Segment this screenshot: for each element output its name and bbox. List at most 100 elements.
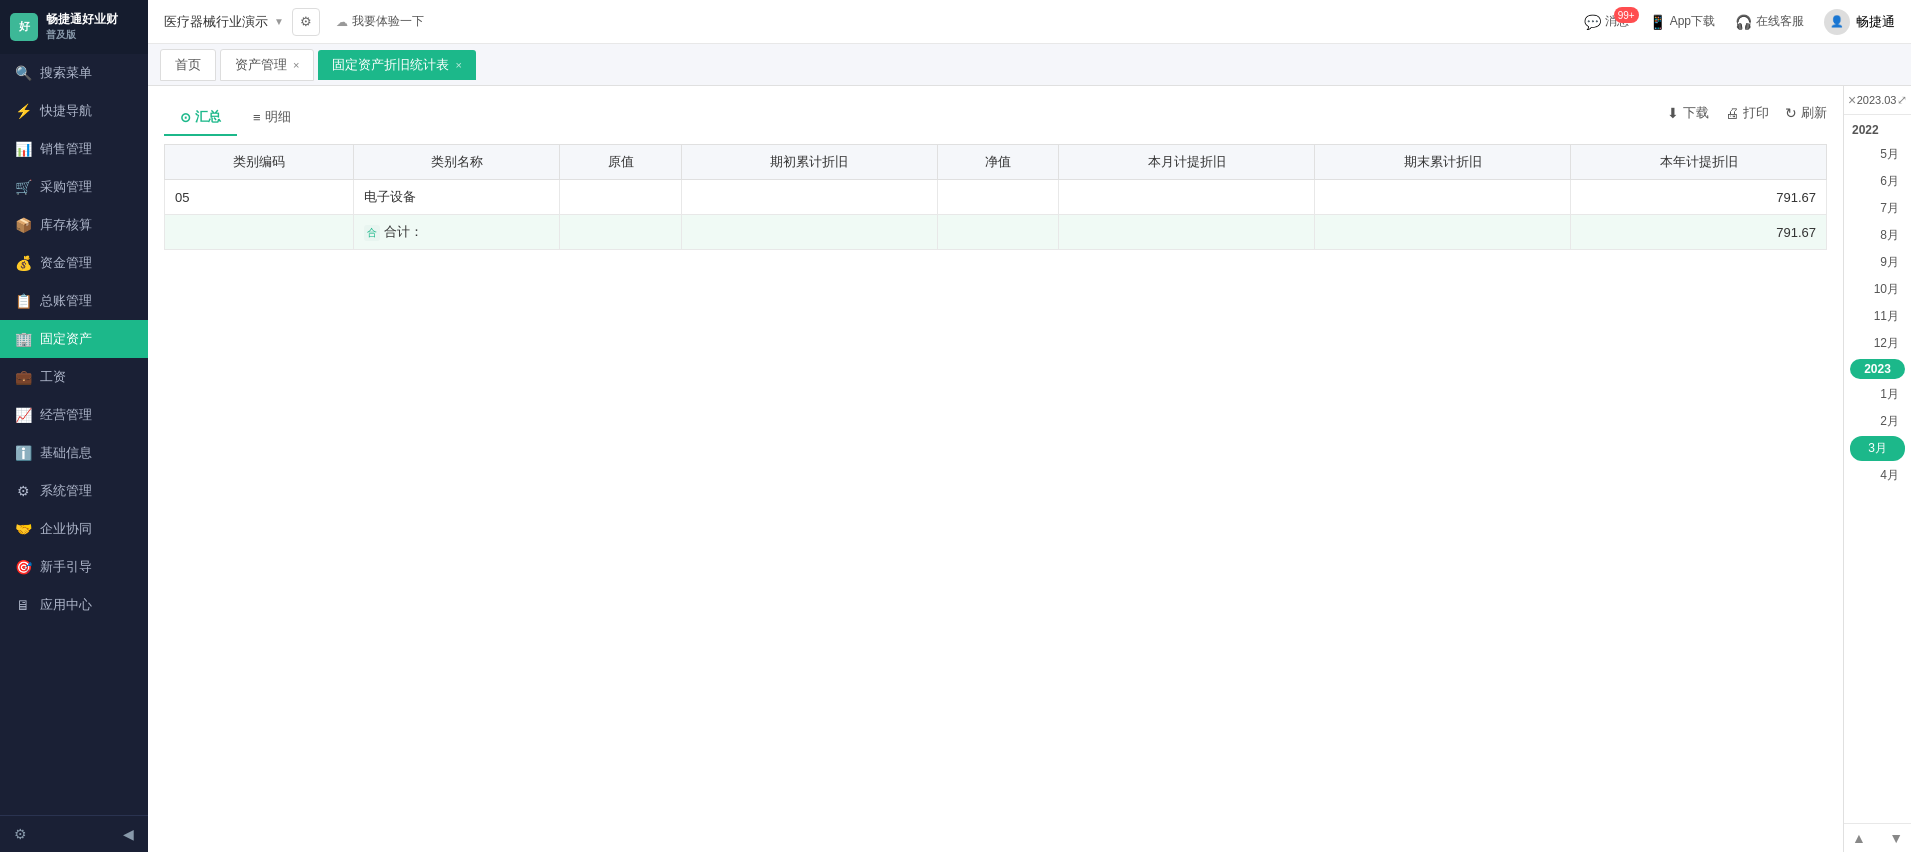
online-service-label: 在线客服 [1756,13,1804,30]
topbar: 医疗器械行业演示 ▼ ⚙ ☁ 我要体验一下 💬 消息 99+ 📱 App下载 🎧… [148,0,1911,44]
app-edition: 普及版 [46,28,118,42]
tab-depreciation-close[interactable]: × [455,59,461,71]
trial-icon: ☁ [336,15,348,29]
settings-button[interactable]: ⚙ [292,8,320,36]
sidebar-label-3: 采购管理 [40,178,92,196]
total-label-cell: 合合计： [353,215,560,250]
col-header-code: 类别编码 [165,145,354,180]
date-panel-body: 20225月6月7月8月9月10月11月12月20231月2月3月4月 [1844,115,1911,823]
sidebar-label-0: 搜索菜单 [40,64,92,82]
table-total-row: 合合计： 791.67 [165,215,1827,250]
sidebar-icon-12: 🤝 [14,520,32,538]
date-panel-year: 2023.03 [1857,94,1897,106]
month-2022-6月[interactable]: 6月 [1844,168,1911,195]
summary-label: 汇总 [195,108,221,126]
sidebar-item-工资[interactable]: 💼 工资 [0,358,148,396]
trial-button[interactable]: ☁ 我要体验一下 [336,13,424,30]
tab-fixed-asset-depreciation[interactable]: 固定资产折旧统计表 × [318,50,475,80]
sidebar-label-4: 库存核算 [40,216,92,234]
sidebar-item-新手引导[interactable]: 🎯 新手引导 [0,548,148,586]
date-panel-header: × 2023.03 ⤢ [1844,86,1911,115]
message-badge: 99+ [1614,7,1639,23]
sidebar: 好 畅捷通好业财 普及版 🔍 搜索菜单 ⚡ 快捷导航 📊 销售管理 🛒 采购管理… [0,0,148,852]
cell-month-dep-0 [1059,180,1315,215]
service-icon: 🎧 [1735,14,1752,30]
app-logo: 好 [10,13,38,41]
tab-detail[interactable]: ≡ 明细 [237,102,307,136]
sidebar-item-搜索菜单[interactable]: 🔍 搜索菜单 [0,54,148,92]
month-2022-7月[interactable]: 7月 [1844,195,1911,222]
sidebar-icon-3: 🛒 [14,178,32,196]
sidebar-item-资金管理[interactable]: 💰 资金管理 [0,244,148,282]
download-button[interactable]: ⬇ 下载 [1667,104,1709,122]
total-icon: 合 [364,225,380,241]
sidebar-item-采购管理[interactable]: 🛒 采购管理 [0,168,148,206]
tab-summary[interactable]: ⊙ 汇总 [164,102,237,136]
sidebar-item-总账管理[interactable]: 📋 总账管理 [0,282,148,320]
sidebar-item-销售管理[interactable]: 📊 销售管理 [0,130,148,168]
dropdown-icon: ▼ [274,16,284,27]
user-menu[interactable]: 👤 畅捷通 [1824,9,1895,35]
total-month-dep [1059,215,1315,250]
avatar: 👤 [1824,9,1850,35]
col-header-month-dep: 本月计提折旧 [1059,145,1315,180]
tab-asset-close[interactable]: × [293,59,299,71]
date-panel-expand[interactable]: ⤢ [1897,93,1907,107]
total-year-dep: 791.67 [1571,215,1827,250]
tab-asset-management[interactable]: 资产管理 × [220,49,314,81]
cell-begin-accum-0 [681,180,937,215]
inner-tabs: ⊙ 汇总 ≡ 明细 [164,102,307,134]
print-button[interactable]: 🖨 打印 [1725,104,1769,122]
sidebar-icon-7: 🏢 [14,330,32,348]
month-2023-1月[interactable]: 1月 [1844,381,1911,408]
sidebar-item-应用中心[interactable]: 🖥 应用中心 [0,586,148,624]
next-arrow[interactable]: ▼ [1889,830,1903,846]
month-2022-11月[interactable]: 11月 [1844,303,1911,330]
tab-depreciation-label: 固定资产折旧统计表 [332,56,449,74]
month-2022-9月[interactable]: 9月 [1844,249,1911,276]
month-2023-4月[interactable]: 4月 [1844,462,1911,489]
cell-end-accum-0 [1315,180,1571,215]
sidebar-icon-4: 📦 [14,216,32,234]
app-name: 畅捷通好业财 [46,12,118,28]
tabbar: 首页 资产管理 × 固定资产折旧统计表 × [148,44,1911,86]
sidebar-label-6: 总账管理 [40,292,92,310]
print-icon: 🖨 [1725,105,1739,121]
month-2022-10月[interactable]: 10月 [1844,276,1911,303]
month-2022-12月[interactable]: 12月 [1844,330,1911,357]
month-2023-3月[interactable]: 3月 [1850,436,1905,461]
sidebar-item-经营管理[interactable]: 📈 经营管理 [0,396,148,434]
refresh-button[interactable]: ↻ 刷新 [1785,104,1827,122]
sidebar-item-库存核算[interactable]: 📦 库存核算 [0,206,148,244]
app-download-button[interactable]: 📱 App下载 [1649,13,1715,30]
sidebar-item-固定资产[interactable]: 🏢 固定资产 [0,320,148,358]
company-selector[interactable]: 医疗器械行业演示 ▼ [164,13,284,31]
total-begin-accum [681,215,937,250]
sidebar-nav: 🔍 搜索菜单 ⚡ 快捷导航 📊 销售管理 🛒 采购管理 📦 库存核算 💰 资金管… [0,54,148,815]
sidebar-item-基础信息[interactable]: ℹ️ 基础信息 [0,434,148,472]
sidebar-item-企业协同[interactable]: 🤝 企业协同 [0,510,148,548]
prev-arrow[interactable]: ▲ [1852,830,1866,846]
main-area: 医疗器械行业演示 ▼ ⚙ ☁ 我要体验一下 💬 消息 99+ 📱 App下载 🎧… [148,0,1911,852]
month-2022-5月[interactable]: 5月 [1844,141,1911,168]
refresh-icon: ↻ [1785,105,1797,121]
sidebar-header: 好 畅捷通好业财 普及版 [0,0,148,54]
sidebar-item-系统管理[interactable]: ⚙ 系统管理 [0,472,148,510]
company-name: 医疗器械行业演示 [164,13,268,31]
collapse-icon[interactable]: ◀ [123,826,134,842]
tab-home[interactable]: 首页 [160,49,216,81]
content-area: ⊙ 汇总 ≡ 明细 ⬇ 下载 🖨 打印 [148,86,1911,852]
cell-name-0: 电子设备 [353,180,560,215]
report-toolbar: ⬇ 下载 🖨 打印 ↻ 刷新 [1667,104,1827,122]
online-service-button[interactable]: 🎧 在线客服 [1735,13,1804,30]
sidebar-label-11: 系统管理 [40,482,92,500]
month-2022-8月[interactable]: 8月 [1844,222,1911,249]
sidebar-icon-11: ⚙ [14,482,32,500]
date-panel-close[interactable]: × [1848,92,1856,108]
settings-icon[interactable]: ⚙ [14,826,27,842]
detail-icon: ≡ [253,110,261,125]
sidebar-item-快捷导航[interactable]: ⚡ 快捷导航 [0,92,148,130]
month-2023-2月[interactable]: 2月 [1844,408,1911,435]
message-button[interactable]: 💬 消息 99+ [1584,13,1629,30]
total-net [937,215,1058,250]
